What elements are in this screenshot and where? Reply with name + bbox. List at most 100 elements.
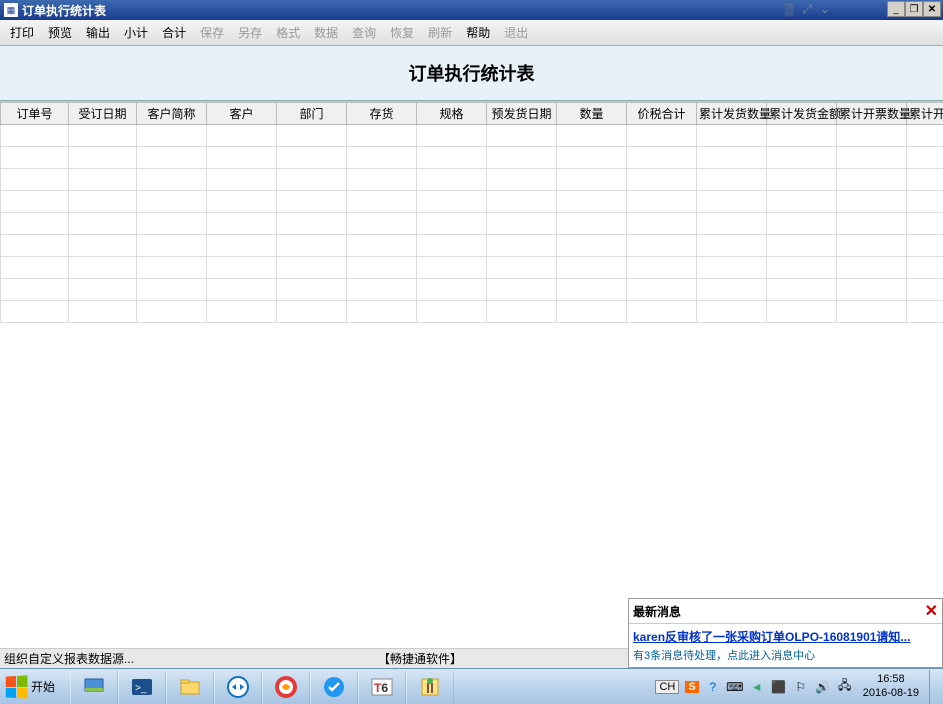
cell[interactable] — [69, 125, 137, 147]
cell[interactable] — [907, 301, 943, 323]
language-indicator[interactable]: CH — [655, 680, 679, 694]
clock[interactable]: 16:58 2016-08-19 — [859, 673, 923, 699]
notification-close-icon[interactable]: ✕ — [925, 601, 938, 621]
cell[interactable] — [69, 235, 137, 257]
table-row[interactable] — [1, 169, 943, 191]
cell[interactable] — [627, 257, 697, 279]
cell[interactable] — [1, 279, 69, 301]
cell[interactable] — [837, 213, 907, 235]
cell[interactable] — [69, 257, 137, 279]
cell[interactable] — [347, 125, 417, 147]
cell[interactable] — [277, 213, 347, 235]
cell[interactable] — [767, 301, 837, 323]
column-header[interactable]: 预发货日期 — [487, 103, 557, 125]
cell[interactable] — [1, 125, 69, 147]
cell[interactable] — [557, 125, 627, 147]
cell[interactable] — [1, 191, 69, 213]
column-header[interactable]: 累计发货数量 — [697, 103, 767, 125]
keyboard-icon[interactable]: ⌨ — [727, 679, 743, 695]
column-header[interactable]: 累计开票数量 — [837, 103, 907, 125]
cell[interactable] — [767, 169, 837, 191]
column-header[interactable]: 客户 — [207, 103, 277, 125]
cell[interactable] — [207, 235, 277, 257]
cell[interactable] — [697, 191, 767, 213]
restore-button[interactable]: ❐ — [905, 1, 923, 17]
cell[interactable] — [907, 235, 943, 257]
table-row[interactable] — [1, 191, 943, 213]
cell[interactable] — [207, 191, 277, 213]
cell[interactable] — [347, 235, 417, 257]
cell[interactable] — [1, 147, 69, 169]
connection-icon[interactable]: 🖧 — [837, 679, 853, 695]
cell[interactable] — [417, 213, 487, 235]
notification-link[interactable]: karen反审核了一张采购订单OLPO-16081901请知... — [633, 628, 938, 645]
cell[interactable] — [837, 147, 907, 169]
table-row[interactable] — [1, 213, 943, 235]
cell[interactable] — [277, 191, 347, 213]
cell[interactable] — [137, 257, 207, 279]
taskbar-app-check[interactable] — [310, 671, 358, 703]
cell[interactable] — [69, 169, 137, 191]
cell[interactable] — [277, 279, 347, 301]
taskbar-app-teamviewer[interactable] — [214, 671, 262, 703]
cell[interactable] — [207, 169, 277, 191]
cell[interactable] — [207, 125, 277, 147]
start-button[interactable]: 开始 — [1, 670, 65, 704]
cell[interactable] — [767, 235, 837, 257]
cell[interactable] — [137, 147, 207, 169]
cell[interactable] — [487, 235, 557, 257]
toolbar-预览[interactable]: 预览 — [42, 21, 78, 44]
cell[interactable] — [207, 301, 277, 323]
cell[interactable] — [417, 191, 487, 213]
cell[interactable] — [207, 213, 277, 235]
column-header[interactable]: 累计发货金额 — [767, 103, 837, 125]
cell[interactable] — [697, 301, 767, 323]
cell[interactable] — [557, 147, 627, 169]
cell[interactable] — [137, 125, 207, 147]
cell[interactable] — [137, 235, 207, 257]
cell[interactable] — [137, 279, 207, 301]
column-header[interactable]: 订单号 — [1, 103, 69, 125]
table-row[interactable] — [1, 147, 943, 169]
help-icon[interactable]: ? — [705, 679, 721, 695]
cell[interactable] — [487, 147, 557, 169]
column-header[interactable]: 存货 — [347, 103, 417, 125]
table-row[interactable] — [1, 301, 943, 323]
cell[interactable] — [557, 213, 627, 235]
taskbar-app-desktop[interactable] — [70, 671, 118, 703]
cell[interactable] — [907, 257, 943, 279]
cell[interactable] — [627, 147, 697, 169]
cell[interactable] — [417, 169, 487, 191]
cell[interactable] — [627, 213, 697, 235]
network-icon[interactable]: ⬛ — [771, 679, 787, 695]
column-header[interactable]: 数量 — [557, 103, 627, 125]
cell[interactable] — [277, 301, 347, 323]
cell[interactable] — [557, 235, 627, 257]
cell[interactable] — [277, 125, 347, 147]
cell[interactable] — [697, 147, 767, 169]
cell[interactable] — [137, 301, 207, 323]
column-header[interactable]: 累计开票金 — [907, 103, 943, 125]
cell[interactable] — [137, 169, 207, 191]
cell[interactable] — [347, 191, 417, 213]
taskbar-app-tool[interactable] — [406, 671, 454, 703]
cell[interactable] — [417, 235, 487, 257]
data-grid-wrap[interactable]: 订单号受订日期客户简称客户部门存货规格预发货日期数量价税合计累计发货数量累计发货… — [0, 101, 943, 648]
action-center-icon[interactable]: ⚐ — [793, 679, 809, 695]
cell[interactable] — [347, 213, 417, 235]
cell[interactable] — [627, 191, 697, 213]
cell[interactable] — [69, 213, 137, 235]
taskbar-app-powershell[interactable]: >_ — [118, 671, 166, 703]
cell[interactable] — [837, 125, 907, 147]
cell[interactable] — [697, 279, 767, 301]
cell[interactable] — [837, 191, 907, 213]
sogou-icon[interactable]: S — [685, 681, 698, 693]
cell[interactable] — [69, 279, 137, 301]
cell[interactable] — [417, 125, 487, 147]
cell[interactable] — [697, 125, 767, 147]
cell[interactable] — [557, 279, 627, 301]
taskbar-app-t6[interactable]: T6 — [358, 671, 406, 703]
cell[interactable] — [207, 257, 277, 279]
cell[interactable] — [487, 301, 557, 323]
cell[interactable] — [907, 125, 943, 147]
